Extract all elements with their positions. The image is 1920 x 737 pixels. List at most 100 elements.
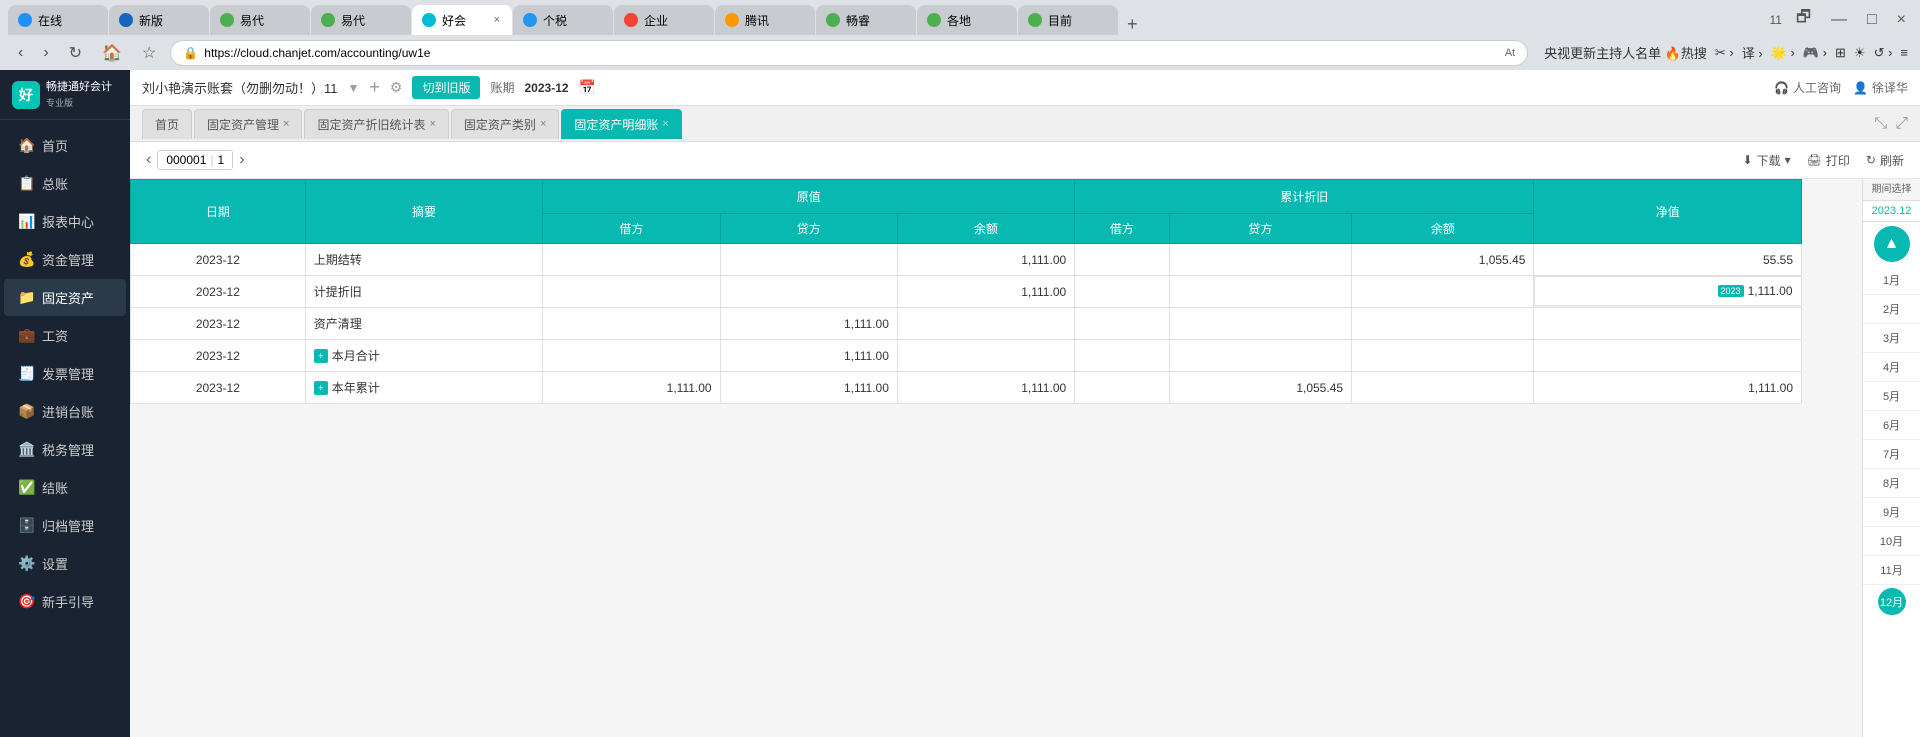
search-action-btn[interactable]: 央视更新主持人名单 🔥热搜 [1544,43,1707,62]
browser-tab-new[interactable]: 新版 [109,5,209,35]
date-panel-month-8[interactable]: 8月 [1863,469,1920,498]
switch-version-button[interactable]: 切到旧版 [412,76,480,99]
new-tab-button[interactable]: + [1119,14,1146,35]
sidebar-item-tax[interactable]: 🏛️ 税务管理 [4,431,126,468]
sidebar-item-payroll[interactable]: 💼 工资 [4,317,126,354]
refresh-button[interactable]: ↻ 刷新 [1866,152,1904,169]
browser-tab-online[interactable]: 在线 [8,5,108,35]
browser-tab-muqian[interactable]: 目前 [1018,5,1118,35]
download-button[interactable]: ⬇ 下载 ▾ [1743,152,1791,169]
settings-account-button[interactable]: ⚙ [390,79,403,96]
home-button[interactable]: 🏠 [96,41,128,65]
sun-btn[interactable]: ☀ [1854,45,1866,61]
date-panel-year: 2023.12 [1863,201,1920,222]
sidebar-item-label: 新手引导 [42,592,94,611]
sidebar-item-settings[interactable]: ⚙️ 设置 [4,545,126,582]
cell-summary: 上期结转 [305,244,543,276]
print-button[interactable]: 🖨 打印 [1807,152,1850,169]
restore-button[interactable]: 🗗 [1790,4,1817,35]
maximize-panel-button[interactable]: ⤢ [1895,115,1908,133]
sidebar-item-close[interactable]: ✅ 结账 [4,469,126,506]
tab-fixed-asset-mgmt[interactable]: 固定资产管理 × [194,109,302,139]
wallet-btn[interactable]: 🌟 › [1771,45,1795,61]
address-input[interactable] [204,46,1498,60]
cell-dep-debit [1075,308,1170,340]
game-btn[interactable]: 🎮 › [1803,45,1827,61]
date-panel-month-4[interactable]: 4月 [1863,353,1920,382]
scissors-btn[interactable]: ✂ › [1715,45,1734,61]
browser-tab-geshui[interactable]: 个税 [513,5,613,35]
sidebar-item-reports[interactable]: 📊 报表中心 [4,203,126,240]
tab-favicon [119,13,133,27]
cell-orig-debit [543,308,720,340]
minimize-panel-button[interactable]: ⤡ [1874,115,1887,133]
date-panel-month-9[interactable]: 9月 [1863,498,1920,527]
close-icon[interactable]: × [429,118,435,130]
browser-tab-qiye[interactable]: 企业 [614,5,714,35]
support-button[interactable]: 🎧 人工咨询 [1774,79,1841,96]
close-icon[interactable]: × [283,118,289,130]
sidebar-item-guide[interactable]: 🎯 新手引导 [4,583,126,620]
sidebar-item-archive[interactable]: 🗄️ 归档管理 [4,507,126,544]
bookmark-button[interactable]: ☆ [136,41,162,65]
date-panel-month-11[interactable]: 11月 [1863,556,1920,585]
sidebar-item-home[interactable]: 🏠 首页 [4,127,126,164]
back-button[interactable]: ‹ [12,42,29,64]
window-close-button[interactable]: × [1891,9,1912,31]
date-panel-month-1[interactable]: 1月 [1863,266,1920,295]
minimize-button[interactable]: — [1825,9,1853,31]
date-panel-month-12[interactable]: 12月 [1878,588,1906,616]
browser-tab-gedi[interactable]: 各地 [917,5,1017,35]
download-label: 下载 [1757,152,1781,169]
menu-btn[interactable]: ≡ [1900,45,1908,60]
prev-page-button[interactable]: ‹ [146,151,151,169]
user-button[interactable]: 👤 徐译华 [1853,79,1908,96]
reports-icon: 📊 [18,213,34,230]
date-panel-month-5[interactable]: 5月 [1863,382,1920,411]
tab-asset-detail[interactable]: 固定资产明细账 × [561,109,681,139]
date-panel-month-3[interactable]: 3月 [1863,324,1920,353]
translate-btn[interactable]: 译 › [1742,43,1763,62]
cell-net-value [1534,340,1802,372]
tab-label: 易代 [240,12,264,29]
tab-favicon [220,13,234,27]
browser-tab-yidai1[interactable]: 易代 [210,5,310,35]
scroll-top-button[interactable]: ▲ [1874,226,1910,262]
maximize-button[interactable]: □ [1861,9,1883,31]
tab-home[interactable]: 首页 [142,109,192,139]
cell-orig-debit [543,244,720,276]
close-icon[interactable]: × [662,118,668,130]
header-dep-balance: 余额 [1352,214,1534,244]
date-panel-month-7[interactable]: 7月 [1863,440,1920,469]
tab-depreciation-stats[interactable]: 固定资产折旧统计表 × [304,109,448,139]
browser-tab-yidai2[interactable]: 易代 [311,5,411,35]
subtotal-icon: + [314,349,328,363]
sidebar-item-funds[interactable]: 💰 资金管理 [4,241,126,278]
tab-asset-category[interactable]: 固定资产类别 × [451,109,559,139]
grid-btn[interactable]: ⊞ [1835,45,1846,61]
date-panel-month-6[interactable]: 6月 [1863,411,1920,440]
address-bar[interactable]: 🔒 At [170,40,1528,66]
app-container: 好 畅捷通好会计 专业版 🏠 首页 📋 总账 📊 报表中心 💰 资金管理 [0,70,1920,737]
browser-tab-chang[interactable]: 畅睿 [816,5,916,35]
add-account-button[interactable]: + [369,77,380,98]
date-panel-month-2[interactable]: 2月 [1863,295,1920,324]
date-panel-month-10[interactable]: 10月 [1863,527,1920,556]
undo-btn[interactable]: ↺ › [1874,45,1893,61]
main-content: 刘小艳演示账套（勿删勿动！）11 ▼ + ⚙ 切到旧版 账期 2023-12 📅… [130,70,1920,737]
calendar-button[interactable]: 📅 [579,79,596,96]
sidebar-item-invoice[interactable]: 🧾 发票管理 [4,355,126,392]
cell-orig-debit [543,340,720,372]
tax-icon: 🏛️ [18,441,34,458]
close-icon[interactable]: × [492,12,502,28]
forward-button[interactable]: › [37,42,54,64]
close-icon[interactable]: × [540,118,546,130]
reload-button[interactable]: ↻ [63,41,88,65]
sidebar-item-fixed-assets[interactable]: 📁 固定资产 [4,279,126,316]
browser-tab-tencent[interactable]: 腾讯 [715,5,815,35]
next-page-button[interactable]: › [239,151,244,169]
browser-tab-haohui[interactable]: 好会 × [412,5,512,35]
sidebar-item-sales[interactable]: 📦 进销台账 [4,393,126,430]
sidebar-item-ledger[interactable]: 📋 总账 [4,165,126,202]
cell-orig-debit: 1,111.00 [543,372,720,404]
